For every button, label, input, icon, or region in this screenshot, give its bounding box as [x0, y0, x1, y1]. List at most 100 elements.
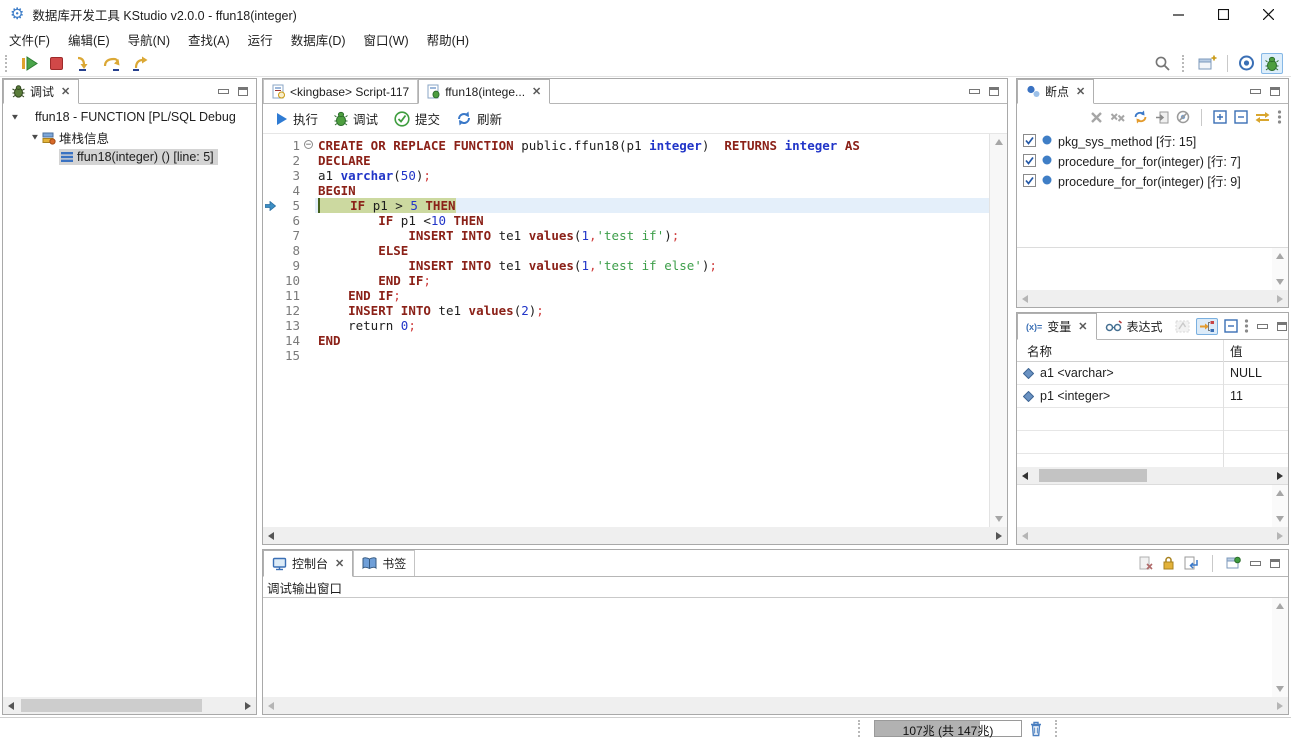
commit-button[interactable]: 提交 [392, 107, 448, 130]
scroll-down-icon[interactable] [1276, 686, 1284, 692]
scroll-thumb[interactable] [21, 699, 203, 712]
code-line-10[interactable]: 10 END IF; [263, 273, 989, 288]
line-number[interactable]: 10 [278, 273, 303, 288]
tab-ffun18[interactable]: ffun18(intege... ✕ [418, 79, 551, 104]
minimize-view-icon[interactable] [1250, 560, 1261, 566]
chevron-down-icon[interactable]: ▼ [9, 113, 21, 122]
line-number[interactable]: 13 [278, 318, 303, 333]
variable-row-0[interactable]: a1 <varchar> NULL [1017, 362, 1288, 385]
toolbar-drag-handle[interactable] [1182, 54, 1187, 72]
variable-value[interactable]: 11 [1223, 389, 1288, 403]
scroll-right-icon[interactable] [1277, 471, 1283, 480]
fold-collapse-icon[interactable]: − [303, 138, 315, 153]
scroll-up-icon[interactable] [1276, 253, 1284, 259]
tab-console[interactable]: 控制台 ✕ [263, 550, 354, 577]
maximize-view-icon[interactable] [1276, 321, 1287, 331]
variable-value[interactable]: NULL [1223, 366, 1288, 380]
search-icon[interactable] [1148, 53, 1177, 74]
line-number[interactable]: 9 [278, 258, 303, 273]
variables-header-row[interactable]: 名称 值 [1017, 340, 1288, 362]
breakpoints-hscrollbar[interactable] [1017, 290, 1288, 307]
scroll-left-icon[interactable] [8, 701, 14, 710]
menu-item-3[interactable]: 查找(A) [179, 28, 239, 51]
chevron-down-icon[interactable]: ▼ [29, 133, 41, 142]
scroll-left-icon[interactable] [1022, 294, 1028, 303]
code-line-2[interactable]: 2 DECLARE [263, 153, 989, 168]
code-line-9[interactable]: 9 INSERT INTO te1 values(1,'test if else… [263, 258, 989, 273]
debug-tree-root[interactable]: ▼ ffun18 - FUNCTION [PL/SQL Debug [3, 107, 256, 127]
code-line-5[interactable]: 5 IF p1 > 5 THEN [263, 198, 989, 213]
tab-script-117[interactable]: <kingbase> Script-117 [263, 79, 419, 103]
status-drag-handle[interactable] [858, 720, 863, 737]
remove-all-breakpoints-icon[interactable] [1110, 111, 1126, 124]
toolbar-drag-handle[interactable] [5, 54, 10, 72]
close-icon[interactable] [1246, 0, 1291, 28]
maximize-view-icon[interactable] [989, 86, 999, 96]
variable-row-1[interactable]: p1 <integer> 11 [1017, 385, 1288, 408]
maximize-view-icon[interactable] [1270, 558, 1280, 568]
code-line-11[interactable]: 11 END IF; [263, 288, 989, 303]
refresh-button[interactable]: 刷新 [454, 107, 510, 130]
line-number[interactable]: 11 [278, 288, 303, 303]
line-number[interactable]: 6 [278, 213, 303, 228]
code-line-6[interactable]: 6 IF p1 <10 THEN [263, 213, 989, 228]
tab-breakpoints[interactable]: 断点 ✕ [1017, 79, 1095, 104]
scroll-right-icon[interactable] [1277, 294, 1283, 303]
code-line-12[interactable]: 12 INSERT INTO te1 values(2); [263, 303, 989, 318]
scroll-down-icon[interactable] [1276, 516, 1284, 522]
tab-expressions[interactable]: 表达式 [1097, 313, 1171, 339]
tab-variables[interactable]: (x)= 变量 ✕ [1017, 313, 1097, 340]
column-resize-handle[interactable] [1223, 340, 1224, 467]
step-over-icon[interactable] [97, 54, 126, 73]
breakpoint-checkbox[interactable] [1023, 153, 1036, 167]
menu-item-4[interactable]: 运行 [239, 28, 282, 51]
console-output-area[interactable] [263, 598, 1288, 697]
code-line-4[interactable]: 4 BEGIN [263, 183, 989, 198]
line-number[interactable]: 14 [278, 333, 303, 348]
console-vscrollbar[interactable] [1272, 598, 1288, 697]
breakpoint-row-1[interactable]: procedure_for_for(integer) [行: 7] [1017, 150, 1288, 170]
scroll-right-icon[interactable] [1277, 531, 1283, 540]
line-number[interactable]: 7 [278, 228, 303, 243]
scroll-down-icon[interactable] [994, 516, 1003, 522]
line-number[interactable]: 2 [278, 153, 303, 168]
code-line-7[interactable]: 7 INSERT INTO te1 values(1,'test if'); [263, 228, 989, 243]
expand-all-icon[interactable] [1213, 110, 1227, 124]
remove-breakpoint-icon[interactable] [1090, 111, 1103, 124]
debug-tree-frame[interactable]: ffun18(integer) () [line: 5] [3, 147, 256, 167]
debug-hscrollbar[interactable] [3, 697, 256, 714]
show-output-icon[interactable] [1184, 556, 1199, 570]
code-line-3[interactable]: 3 a1 varchar(50); [263, 168, 989, 183]
resume-icon[interactable] [15, 54, 44, 73]
minimize-icon[interactable] [1156, 0, 1201, 28]
close-icon[interactable]: ✕ [1078, 320, 1087, 333]
tab-debug[interactable]: 调试 ✕ [3, 79, 80, 104]
console-hscrollbar[interactable] [263, 697, 1288, 714]
menu-item-2[interactable]: 导航(N) [119, 28, 179, 51]
pin-console-icon[interactable] [1226, 556, 1241, 570]
menu-item-0[interactable]: 文件(F) [0, 28, 59, 51]
execute-button[interactable]: 执行 [273, 107, 326, 130]
scroll-left-icon[interactable] [1022, 531, 1028, 540]
scroll-left-icon[interactable] [1022, 471, 1028, 480]
scroll-right-icon[interactable] [245, 701, 251, 710]
menu-item-7[interactable]: 帮助(H) [418, 28, 478, 51]
breakpoint-checkbox[interactable] [1023, 173, 1036, 187]
code-line-13[interactable]: 13 return 0; [263, 318, 989, 333]
link-with-debug-icon[interactable] [1255, 111, 1270, 124]
goto-file-icon[interactable] [1155, 111, 1169, 124]
scroll-left-icon[interactable] [268, 531, 274, 540]
kstudio-perspective-icon[interactable] [1232, 53, 1261, 73]
maximize-view-icon[interactable] [1270, 86, 1280, 96]
minimize-view-icon[interactable] [969, 88, 980, 94]
debug-button[interactable]: 调试 [332, 107, 386, 130]
scroll-right-icon[interactable] [996, 531, 1002, 540]
maximize-icon[interactable] [1201, 0, 1246, 28]
clear-console-icon[interactable] [1138, 556, 1153, 570]
line-number[interactable]: 8 [278, 243, 303, 258]
scroll-down-icon[interactable] [1276, 279, 1284, 285]
scroll-left-icon[interactable] [268, 701, 274, 710]
show-logical-structure-icon[interactable] [1195, 317, 1218, 335]
breakpoint-checkbox[interactable] [1023, 133, 1036, 147]
line-number[interactable]: 1 [278, 138, 303, 153]
